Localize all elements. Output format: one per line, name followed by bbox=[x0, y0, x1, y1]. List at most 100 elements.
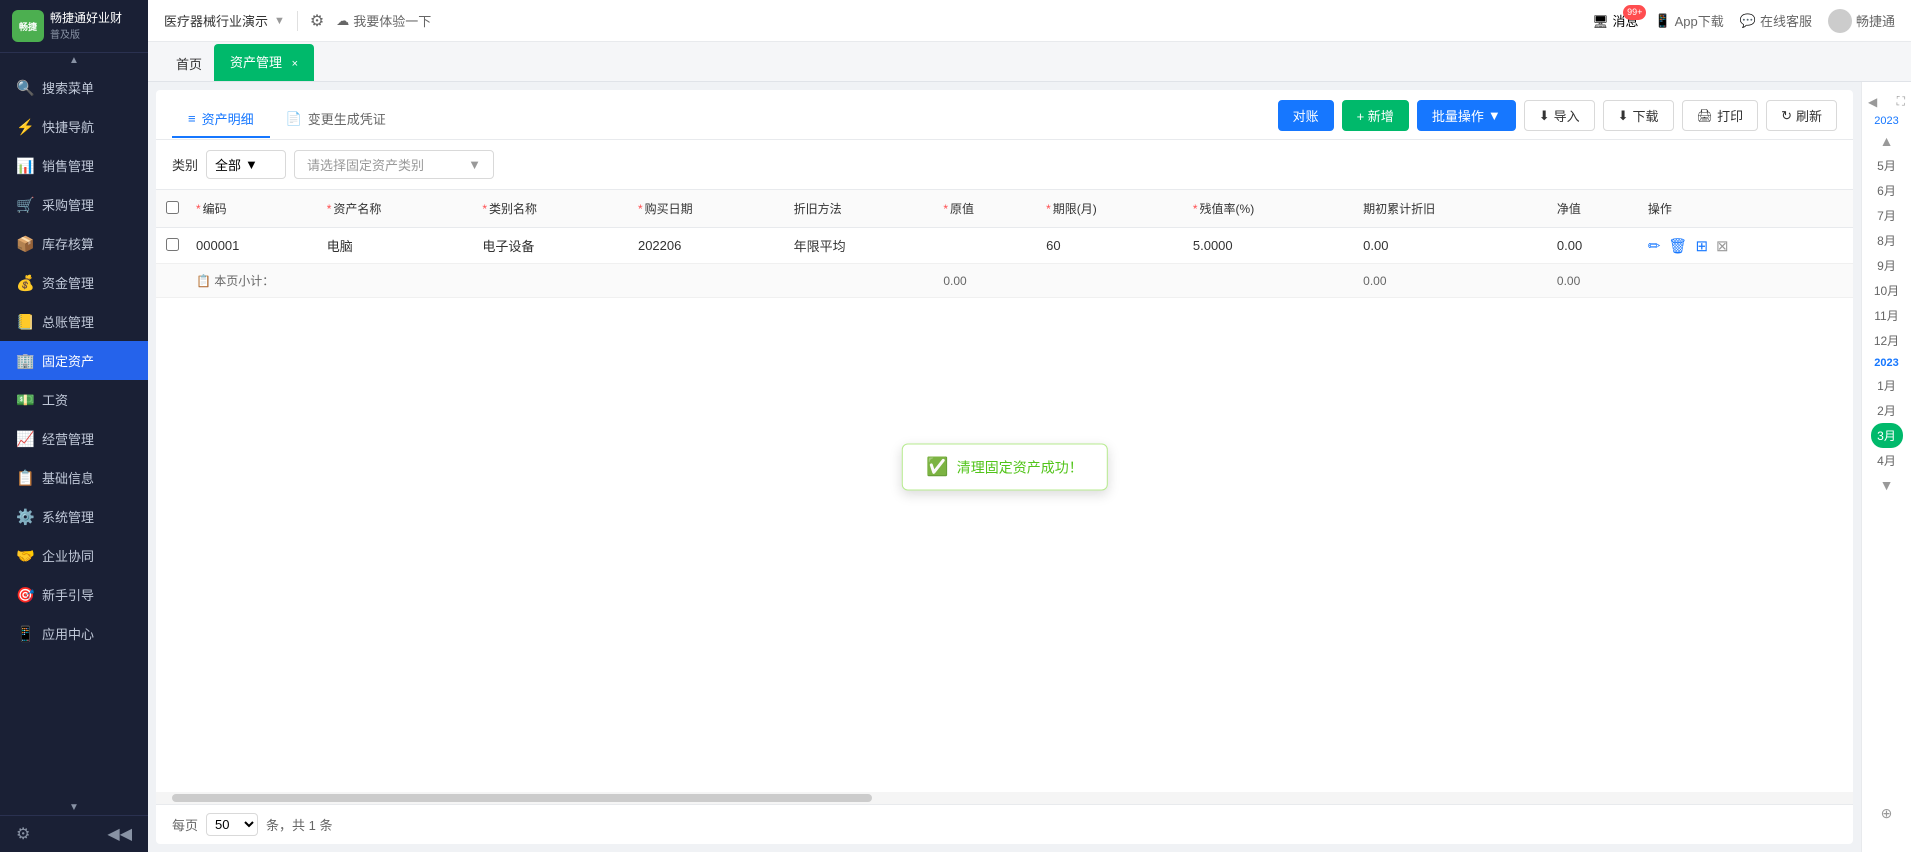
sidebar-item-funds[interactable]: 💰 资金管理 bbox=[0, 263, 148, 302]
sidebar-scroll-down[interactable]: ▼ bbox=[0, 800, 148, 815]
dropdown-arrow-icon: ▼ bbox=[468, 157, 481, 172]
sidebar-item-cooperation[interactable]: 🤝 企业协同 bbox=[0, 536, 148, 575]
category-search-input[interactable]: 请选择固定资产类别 ▼ bbox=[294, 150, 494, 179]
delete-icon[interactable]: 🗑 bbox=[1668, 237, 1687, 255]
more-icon[interactable]: ⊠ bbox=[1716, 237, 1729, 255]
scroll-thumb[interactable] bbox=[172, 794, 872, 802]
new-button[interactable]: + 新增 bbox=[1342, 100, 1409, 131]
check-circle-icon: ✅ bbox=[926, 457, 948, 478]
download-doc-icon: ⬇ bbox=[1618, 108, 1629, 124]
subtotal-initial: 0.00 bbox=[1355, 264, 1549, 298]
sidebar-item-sales[interactable]: 📊 销售管理 bbox=[0, 146, 148, 185]
sidebar-scroll-up[interactable]: ▲ bbox=[0, 53, 148, 68]
online-service-btn[interactable]: 💬 在线客服 bbox=[1740, 11, 1812, 30]
reconcile-button[interactable]: 对账 bbox=[1278, 100, 1334, 131]
row-checkbox-cell[interactable] bbox=[156, 228, 188, 264]
cell-actions: ✏ 🗑 ⊞ ⊠ bbox=[1640, 228, 1853, 264]
col-initial-depreciation: 期初累计折旧 bbox=[1355, 190, 1549, 228]
sidebar-item-basic[interactable]: 📋 基础信息 bbox=[0, 458, 148, 497]
settings-icon[interactable]: ⚙ bbox=[16, 824, 30, 844]
select-all-checkbox[interactable] bbox=[166, 201, 179, 214]
tab-home[interactable]: 首页 bbox=[164, 46, 214, 81]
refresh-button[interactable]: ↻ 刷新 bbox=[1766, 100, 1837, 131]
company-selector[interactable]: 医疗器械行业演示 ▼ bbox=[164, 11, 285, 30]
month-10[interactable]: 10月 bbox=[1862, 278, 1911, 303]
toast-overlay: ✅ 清理固定资产成功！ bbox=[901, 444, 1107, 491]
topbar-right: 🖥 消息 99+ 📱 App下载 💬 在线客服 畅捷通 bbox=[1592, 9, 1895, 33]
month-8[interactable]: 8月 bbox=[1862, 228, 1911, 253]
cell-purchase-date: 202206 bbox=[630, 228, 786, 264]
sidebar-item-inventory[interactable]: 📦 库存核算 bbox=[0, 224, 148, 263]
panel-scroll-down[interactable]: ▼ bbox=[1876, 473, 1898, 497]
sidebar-item-search[interactable]: 🔍 搜索菜单 bbox=[0, 68, 148, 107]
month-4[interactable]: 4月 bbox=[1862, 448, 1911, 473]
tab-asset-management[interactable]: 资产管理 × bbox=[214, 44, 314, 81]
sidebar-item-purchase[interactable]: 🛒 采购管理 bbox=[0, 185, 148, 224]
row-checkbox[interactable] bbox=[166, 238, 179, 251]
settings-gear-icon[interactable]: ⚙ bbox=[310, 11, 324, 31]
filter-bar: 类别 全部 ▼ 请选择固定资产类别 ▼ bbox=[156, 140, 1853, 190]
month-7[interactable]: 7月 bbox=[1862, 203, 1911, 228]
month-2[interactable]: 2月 bbox=[1862, 398, 1911, 423]
month-6[interactable]: 6月 bbox=[1862, 178, 1911, 203]
sidebar-item-quicknav[interactable]: ⚡ 快捷导航 bbox=[0, 107, 148, 146]
per-page-select[interactable]: 50 100 200 bbox=[206, 813, 258, 836]
panel-bottom: ⊕ bbox=[1881, 805, 1893, 822]
app-download-btn[interactable]: 📱 App下载 bbox=[1654, 11, 1723, 30]
funds-icon: 💰 bbox=[16, 274, 34, 292]
month-3-active[interactable]: 3月 bbox=[1871, 423, 1903, 448]
ledger-icon: 📒 bbox=[16, 313, 34, 331]
panel-collapse-icon[interactable]: ◀ bbox=[1868, 95, 1877, 109]
cell-depreciation-method: 年限平均 bbox=[786, 228, 936, 264]
batch-ops-button[interactable]: 批量操作 ▼ bbox=[1417, 100, 1516, 131]
sidebar-item-operations[interactable]: 📈 经营管理 bbox=[0, 419, 148, 458]
sales-icon: 📊 bbox=[16, 157, 34, 175]
horizontal-scrollbar[interactable] bbox=[156, 792, 1853, 804]
sidebar-item-ledger[interactable]: 📒 总账管理 bbox=[0, 302, 148, 341]
select-all-header[interactable] bbox=[156, 190, 188, 228]
import-icon: ⬇ bbox=[1539, 108, 1550, 124]
sub-tab-change-voucher[interactable]: 📄 变更生成凭证 bbox=[270, 101, 402, 138]
download-icon: 📱 bbox=[1654, 13, 1670, 29]
import-button[interactable]: ⬇ 导入 bbox=[1524, 100, 1595, 131]
table-row: 000001 电脑 电子设备 202206 年限平均 60 5.0000 0.0… bbox=[156, 228, 1853, 264]
col-period: *期限(月) bbox=[1038, 190, 1185, 228]
panel-bottom-expand-icon[interactable]: ⊕ bbox=[1881, 805, 1893, 822]
category-type-select[interactable]: 全部 ▼ bbox=[206, 150, 286, 179]
month-5[interactable]: 5月 bbox=[1862, 153, 1911, 178]
sidebar-item-payroll[interactable]: 💵 工资 bbox=[0, 380, 148, 419]
cell-net-value: 0.00 bbox=[1549, 228, 1640, 264]
company-chevron-icon: ▼ bbox=[274, 15, 285, 27]
sub-tab-asset-detail[interactable]: ≡ 资产明细 bbox=[172, 101, 270, 138]
panel-scroll-up[interactable]: ▲ bbox=[1876, 129, 1898, 153]
col-name: *资产名称 bbox=[319, 190, 475, 228]
sidebar-item-guide[interactable]: 🎯 新手引导 bbox=[0, 575, 148, 614]
month-12[interactable]: 12月 bbox=[1862, 328, 1911, 353]
panel-expand-icon[interactable]: ⛶ bbox=[1897, 94, 1905, 109]
collapse-icon[interactable]: ◀◀ bbox=[107, 824, 132, 844]
edit-icon[interactable]: ✏ bbox=[1648, 237, 1661, 255]
user-profile[interactable]: 畅捷通 bbox=[1828, 9, 1895, 33]
sidebar-item-appstore[interactable]: 📱 应用中心 bbox=[0, 614, 148, 653]
month-11[interactable]: 11月 bbox=[1862, 303, 1911, 328]
month-9[interactable]: 9月 bbox=[1862, 253, 1911, 278]
sidebar-item-assets[interactable]: 🏢 固定资产 bbox=[0, 341, 148, 380]
col-depreciation-method: 折旧方法 bbox=[786, 190, 936, 228]
messages-btn[interactable]: 🖥 消息 99+ bbox=[1592, 11, 1638, 30]
content-main: ≡ 资产明细 📄 变更生成凭证 对账 + 新增 批量操作 ▼ bbox=[156, 90, 1853, 844]
tabs-bar: 首页 资产管理 × bbox=[148, 42, 1911, 82]
sidebar-item-system[interactable]: ⚙️ 系统管理 bbox=[0, 497, 148, 536]
quicknav-icon: ⚡ bbox=[16, 118, 34, 136]
message-icon: 🖥 bbox=[1592, 14, 1609, 29]
month-1[interactable]: 1月 bbox=[1862, 373, 1911, 398]
col-actions: 操作 bbox=[1640, 190, 1853, 228]
print-button[interactable]: 🖨 打印 bbox=[1682, 100, 1759, 131]
cell-category: 电子设备 bbox=[474, 228, 630, 264]
main-area: 医疗器械行业演示 ▼ ⚙ ☁ 我要体验一下 🖥 消息 99+ 📱 App下载 💬… bbox=[148, 0, 1911, 852]
print-icon: 🖨 bbox=[1697, 108, 1714, 124]
copy-icon[interactable]: ⊞ bbox=[1695, 237, 1708, 255]
list-icon: ≡ bbox=[188, 111, 196, 126]
tab-close-icon[interactable]: × bbox=[292, 58, 298, 70]
download-button[interactable]: ⬇ 下载 bbox=[1603, 100, 1674, 131]
experience-btn[interactable]: ☁ 我要体验一下 bbox=[336, 11, 431, 30]
